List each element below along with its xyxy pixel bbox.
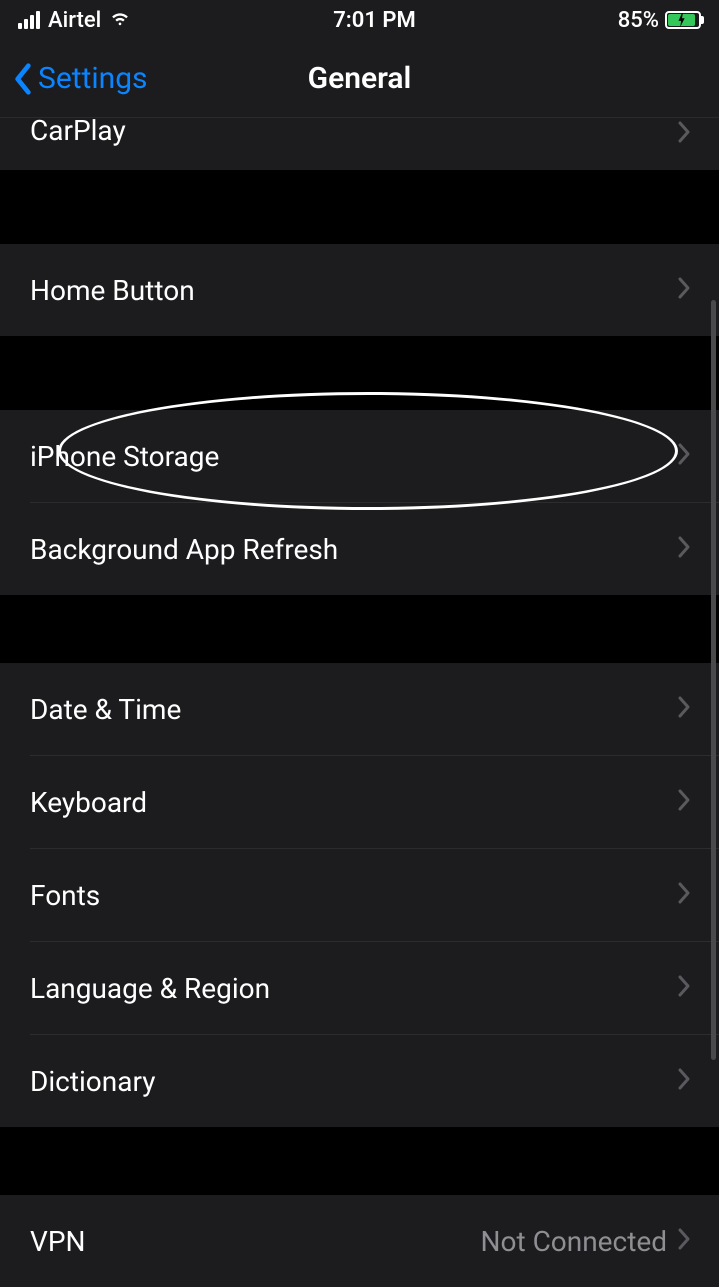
row-label: Language & Region xyxy=(30,972,677,1005)
row-label: VPN xyxy=(30,1225,481,1258)
chevron-right-icon xyxy=(677,972,691,1005)
chevron-right-icon xyxy=(677,274,691,307)
page-title: General xyxy=(308,61,412,96)
row-label: Date & Time xyxy=(30,693,677,726)
row-carplay[interactable]: CarPlay xyxy=(0,118,719,170)
wifi-icon xyxy=(109,6,131,34)
chevron-right-icon xyxy=(677,118,691,151)
row-label: Fonts xyxy=(30,879,677,912)
status-bar: Airtel 7:01 PM 85% xyxy=(0,0,719,40)
row-dictionary[interactable]: Dictionary xyxy=(0,1035,719,1127)
row-fonts[interactable]: Fonts xyxy=(0,849,719,941)
back-button[interactable]: Settings xyxy=(0,61,148,96)
row-keyboard[interactable]: Keyboard xyxy=(0,756,719,848)
row-label: Keyboard xyxy=(30,786,677,819)
chevron-left-icon xyxy=(12,63,34,95)
row-vpn[interactable]: VPN Not Connected xyxy=(0,1195,719,1287)
row-label: iPhone Storage xyxy=(30,440,677,473)
carrier-label: Airtel xyxy=(48,8,101,33)
settings-group: Date & Time Keyboard Fonts Language & Re… xyxy=(0,663,719,1127)
cellular-signal-icon xyxy=(18,11,40,29)
battery-percent: 85% xyxy=(618,8,659,33)
chevron-right-icon xyxy=(677,786,691,819)
settings-content[interactable]: CarPlay Home Button iPhone Storage Backg… xyxy=(0,118,719,1287)
settings-group: VPN Not Connected xyxy=(0,1195,719,1287)
scroll-indicator[interactable] xyxy=(711,300,716,1060)
chevron-right-icon xyxy=(677,1225,691,1258)
chevron-right-icon xyxy=(677,1065,691,1098)
row-label: Background App Refresh xyxy=(30,533,677,566)
row-background-app-refresh[interactable]: Background App Refresh xyxy=(0,503,719,595)
group-separator xyxy=(0,595,719,663)
chevron-right-icon xyxy=(677,440,691,473)
battery-icon xyxy=(665,11,701,29)
clock: 7:01 PM xyxy=(333,8,416,33)
status-bar-right: 85% xyxy=(618,8,701,33)
settings-group: iPhone Storage Background App Refresh xyxy=(0,410,719,595)
status-bar-left: Airtel xyxy=(18,6,131,34)
chevron-right-icon xyxy=(677,533,691,566)
settings-group: CarPlay xyxy=(0,118,719,170)
row-label: Dictionary xyxy=(30,1065,677,1098)
row-language-region[interactable]: Language & Region xyxy=(0,942,719,1034)
back-label: Settings xyxy=(38,61,148,96)
chevron-right-icon xyxy=(677,879,691,912)
group-separator xyxy=(0,170,719,244)
group-separator xyxy=(0,1127,719,1195)
settings-group: Home Button xyxy=(0,244,719,336)
row-label: CarPlay xyxy=(30,118,677,147)
row-date-time[interactable]: Date & Time xyxy=(0,663,719,755)
group-separator xyxy=(0,336,719,410)
row-value: Not Connected xyxy=(481,1225,667,1258)
navigation-bar: Settings General xyxy=(0,40,719,118)
chevron-right-icon xyxy=(677,693,691,726)
row-label: Home Button xyxy=(30,274,677,307)
row-iphone-storage[interactable]: iPhone Storage xyxy=(0,410,719,502)
row-home-button[interactable]: Home Button xyxy=(0,244,719,336)
